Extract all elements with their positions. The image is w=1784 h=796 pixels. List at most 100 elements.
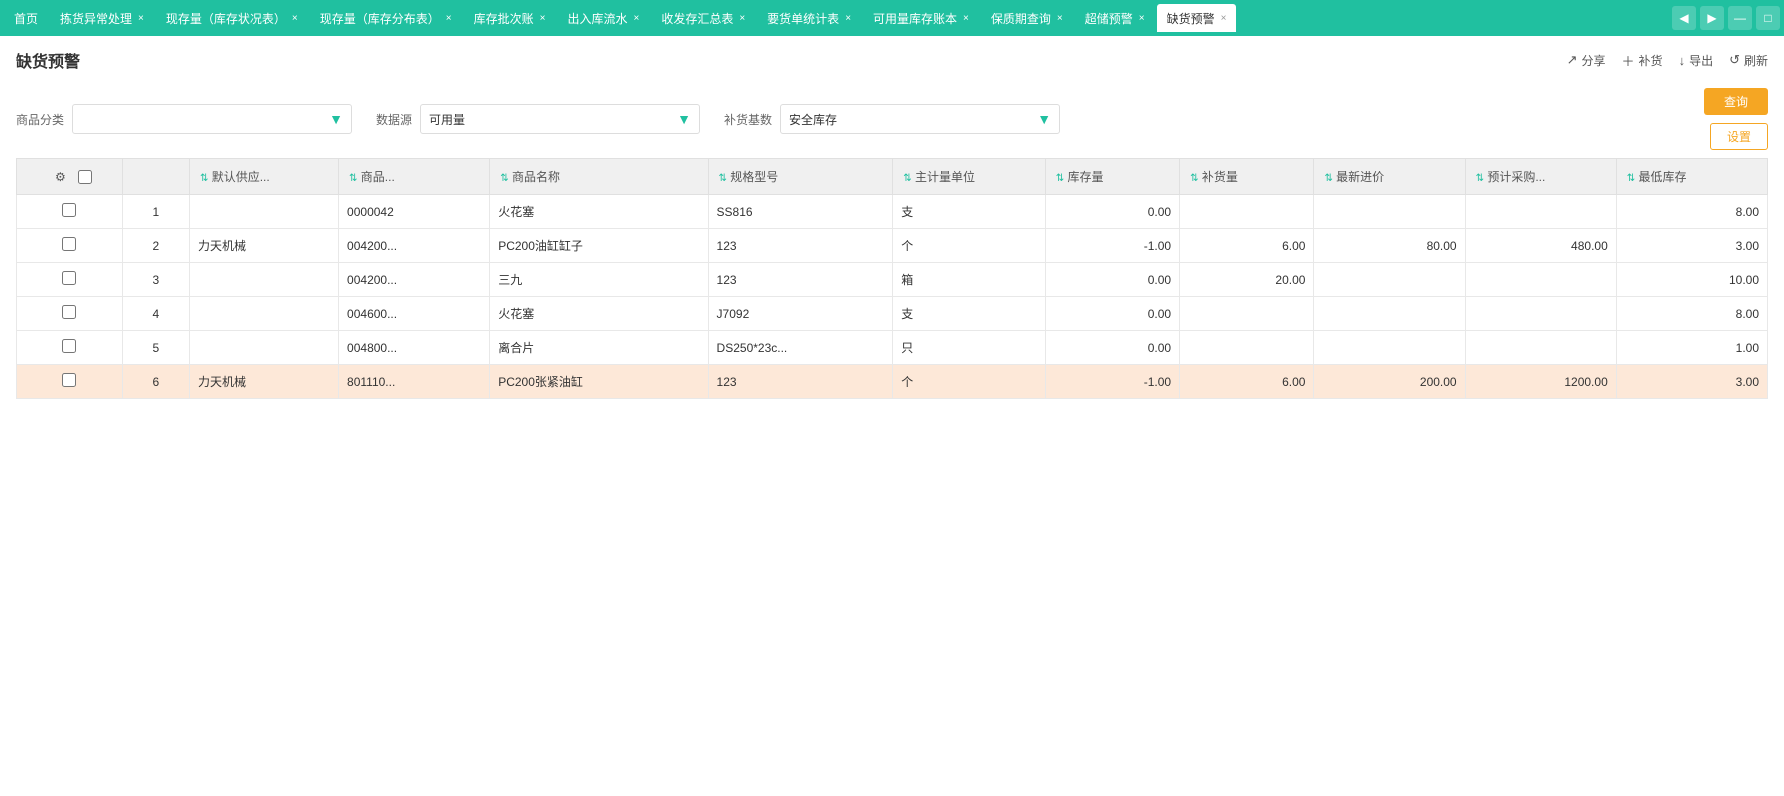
row-supply: 6.00 xyxy=(1180,229,1314,263)
tab-stock-dist[interactable]: 现存量（库存分布表） × xyxy=(310,4,462,32)
row-checkbox[interactable] xyxy=(62,339,76,353)
close-icon[interactable]: × xyxy=(1221,13,1227,24)
base-select[interactable]: 安全库存 ▼ xyxy=(780,104,1060,134)
sort-name-icon: ⇅ xyxy=(500,173,508,184)
row-name: PC200油缸缸子 xyxy=(490,229,708,263)
row-supplier xyxy=(189,263,338,297)
query-button[interactable]: 查询 xyxy=(1704,88,1768,115)
row-checkbox[interactable] xyxy=(62,203,76,217)
tab-home[interactable]: 首页 xyxy=(4,4,48,32)
maximize-button[interactable]: □ xyxy=(1756,6,1780,30)
tab-prev-button[interactable]: ◀ xyxy=(1672,6,1696,30)
close-icon[interactable]: × xyxy=(292,13,298,24)
row-checkbox[interactable] xyxy=(62,237,76,251)
tab-batch[interactable]: 库存批次账 × xyxy=(464,4,556,32)
row-no: 2 xyxy=(122,229,189,263)
row-supply xyxy=(1180,195,1314,229)
row-unit: 只 xyxy=(893,331,1045,365)
row-min-stock: 1.00 xyxy=(1616,331,1767,365)
select-all-checkbox[interactable] xyxy=(78,170,92,184)
row-checkbox[interactable] xyxy=(62,305,76,319)
row-checkbox[interactable] xyxy=(62,271,76,285)
settings-button[interactable]: 设置 xyxy=(1710,123,1768,150)
table-row: 6 力天机械 801110... PC200张紧油缸 123 个 -1.00 6… xyxy=(17,365,1768,399)
row-unit: 支 xyxy=(893,195,1045,229)
close-icon[interactable]: × xyxy=(963,13,969,24)
tab-order-stat[interactable]: 要货单统计表 × xyxy=(757,4,861,32)
row-checkbox[interactable] xyxy=(62,373,76,387)
export-button[interactable]: ↓ 导出 xyxy=(1679,52,1714,69)
th-stock[interactable]: ⇅ 库存量 xyxy=(1045,159,1179,195)
column-settings-icon[interactable]: ⚙ xyxy=(46,163,74,191)
row-spec: 123 xyxy=(708,229,893,263)
table-row: 5 004800... 离合片 DS250*23c... 只 0.00 1.00 xyxy=(17,331,1768,365)
base-label: 补货基数 xyxy=(724,111,772,128)
th-supply[interactable]: ⇅ 补货量 xyxy=(1180,159,1314,195)
row-price xyxy=(1314,195,1465,229)
category-arrow-icon: ▼ xyxy=(329,111,343,127)
sort-min-icon: ⇅ xyxy=(1627,173,1635,184)
row-stock: 0.00 xyxy=(1045,195,1179,229)
close-icon[interactable]: × xyxy=(845,13,851,24)
sort-stock-icon: ⇅ xyxy=(1056,173,1064,184)
close-icon[interactable]: × xyxy=(633,13,639,24)
filter-row: 商品分类 ▼ 数据源 可用量 ▼ 补货基数 安全库存 ▼ 查询 设置 xyxy=(16,88,1768,150)
close-icon[interactable]: × xyxy=(540,13,546,24)
th-name[interactable]: ⇅ 商品名称 xyxy=(490,159,708,195)
base-value: 安全库存 xyxy=(789,111,837,128)
page-content: 缺货预警 ↗ 分享 ＋ 补货 ↓ 导出 ↺ 刷新 商品分类 xyxy=(0,36,1784,796)
page-title: 缺货预警 xyxy=(16,48,1567,72)
tab-summary[interactable]: 收发存汇总表 × xyxy=(651,4,755,32)
filter-buttons: 查询 设置 xyxy=(1704,88,1768,150)
sort-unit-icon: ⇅ xyxy=(903,173,911,184)
close-icon[interactable]: × xyxy=(138,13,144,24)
tab-overstock[interactable]: 超储预警 × xyxy=(1075,4,1155,32)
th-estimate[interactable]: ⇅ 预计采购... xyxy=(1465,159,1616,195)
row-spec: 123 xyxy=(708,365,893,399)
minimize-button[interactable]: — xyxy=(1728,6,1752,30)
tab-expiry[interactable]: 保质期查询 × xyxy=(981,4,1073,32)
row-spec: SS816 xyxy=(708,195,893,229)
row-name: 火花塞 xyxy=(490,195,708,229)
row-check-cell xyxy=(17,263,123,297)
tab-shortage[interactable]: 缺货预警 × xyxy=(1157,4,1237,32)
row-price: 200.00 xyxy=(1314,365,1465,399)
tab-next-button[interactable]: ▶ xyxy=(1700,6,1724,30)
base-filter: 补货基数 安全库存 ▼ xyxy=(724,104,1060,134)
sort-spec-icon: ⇅ xyxy=(719,173,727,184)
row-check-cell xyxy=(17,195,123,229)
th-min-stock[interactable]: ⇅ 最低库存 xyxy=(1616,159,1767,195)
row-no: 1 xyxy=(122,195,189,229)
table-row: 1 0000042 火花塞 SS816 支 0.00 8.00 xyxy=(17,195,1768,229)
close-icon[interactable]: × xyxy=(739,13,745,24)
tab-stock-status[interactable]: 现存量（库存状况表） × xyxy=(156,4,308,32)
row-code: 801110... xyxy=(339,365,490,399)
close-icon[interactable]: × xyxy=(1139,13,1145,24)
row-estimate: 1200.00 xyxy=(1465,365,1616,399)
row-supplier: 力天机械 xyxy=(189,365,338,399)
row-check-cell xyxy=(17,365,123,399)
row-price: 80.00 xyxy=(1314,229,1465,263)
table-row: 4 004600... 火花塞 J7092 支 0.00 8.00 xyxy=(17,297,1768,331)
th-spec[interactable]: ⇅ 规格型号 xyxy=(708,159,893,195)
th-code[interactable]: ⇅ 商品... xyxy=(339,159,490,195)
category-select[interactable]: ▼ xyxy=(72,104,352,134)
row-min-stock: 8.00 xyxy=(1616,195,1767,229)
replenish-button[interactable]: ＋ 补货 xyxy=(1622,51,1663,70)
close-icon[interactable]: × xyxy=(1057,13,1063,24)
th-no xyxy=(122,159,189,195)
th-unit[interactable]: ⇅ 主计量单位 xyxy=(893,159,1045,195)
row-spec: DS250*23c... xyxy=(708,331,893,365)
refresh-button[interactable]: ↺ 刷新 xyxy=(1729,52,1768,69)
share-button[interactable]: ↗ 分享 xyxy=(1567,52,1606,69)
th-supplier[interactable]: ⇅ 默认供应... xyxy=(189,159,338,195)
tab-exception[interactable]: 拣货异常处理 × xyxy=(50,4,154,32)
datasource-select[interactable]: 可用量 ▼ xyxy=(420,104,700,134)
tab-inout[interactable]: 出入库流水 × xyxy=(557,4,649,32)
refresh-icon: ↺ xyxy=(1729,52,1740,68)
close-icon[interactable]: × xyxy=(446,13,452,24)
th-price[interactable]: ⇅ 最新进价 xyxy=(1314,159,1465,195)
row-min-stock: 3.00 xyxy=(1616,229,1767,263)
tab-bar: 首页 拣货异常处理 × 现存量（库存状况表） × 现存量（库存分布表） × 库存… xyxy=(0,0,1784,36)
tab-available[interactable]: 可用量库存账本 × xyxy=(863,4,979,32)
